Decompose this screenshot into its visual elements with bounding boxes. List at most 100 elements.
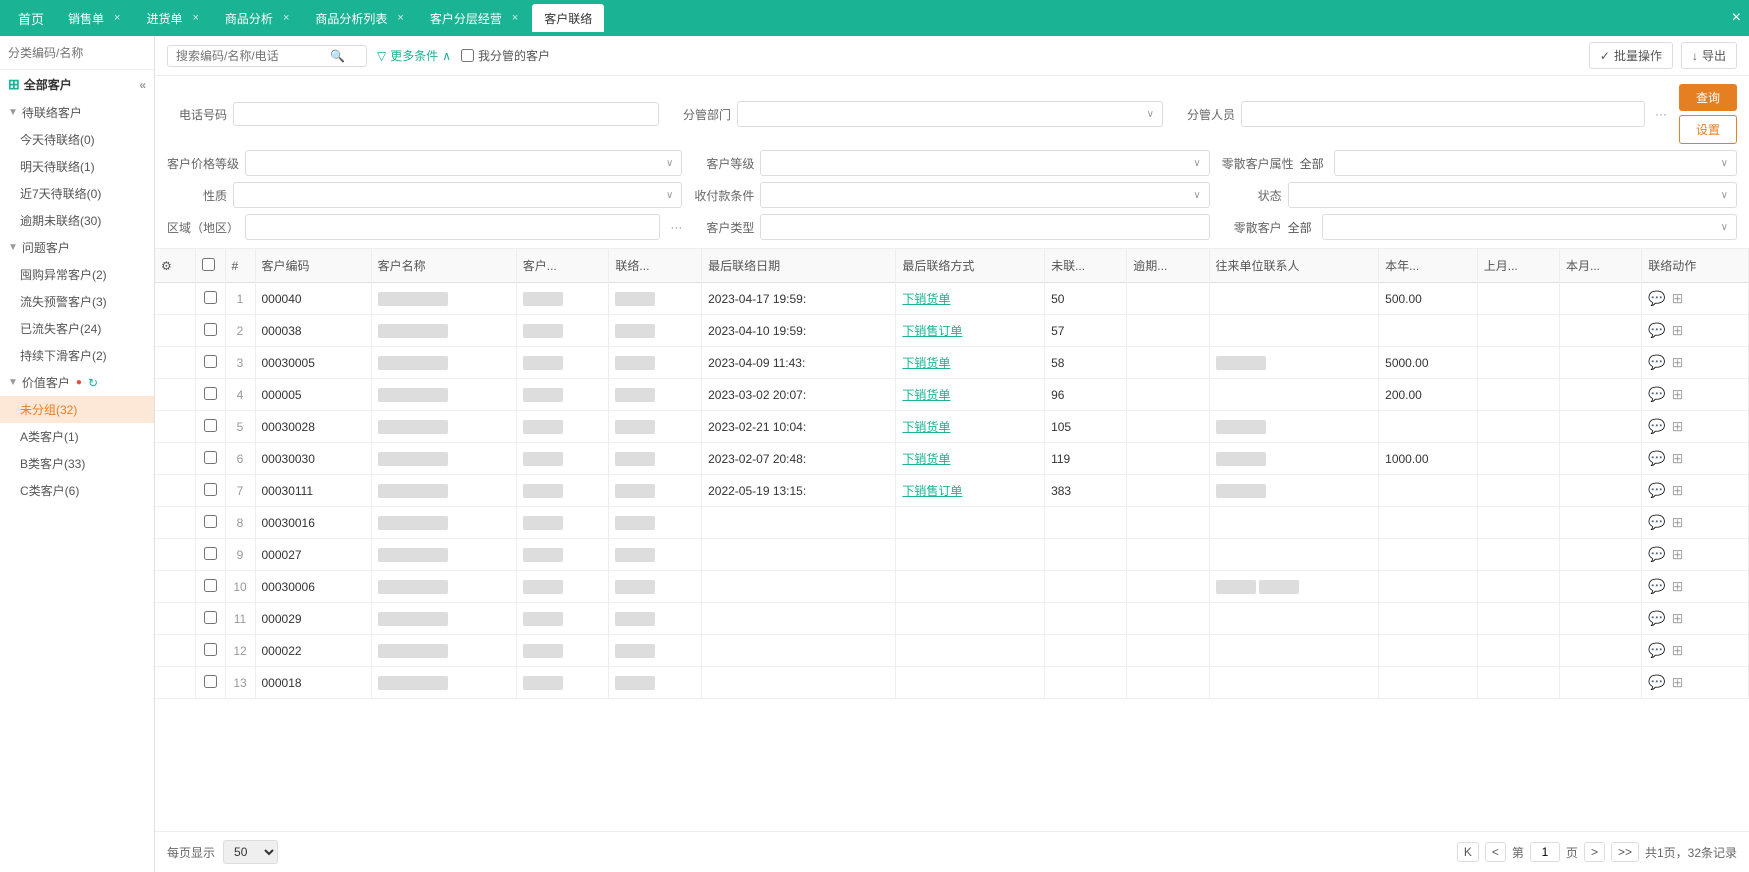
per-page-select[interactable]: 50 100 200 — [223, 840, 278, 864]
sidebar-group-value[interactable]: ▼ 价值客户 ● ↻ — [0, 369, 154, 396]
last-method-link[interactable]: 下销货单 — [902, 452, 950, 466]
qr-icon[interactable]: ⊞ — [1672, 610, 1684, 627]
search-icon[interactable]: 🔍 — [330, 49, 345, 63]
region-dots-icon[interactable]: ··· — [670, 220, 682, 234]
last-method-link[interactable]: 下销货单 — [902, 420, 950, 434]
message-icon[interactable]: 💬 — [1648, 610, 1665, 627]
sidebar-item-class-c[interactable]: C类客户(6) — [0, 477, 154, 504]
refresh-icon[interactable]: ↻ — [88, 376, 98, 390]
region-select[interactable] — [245, 214, 660, 240]
close-product-analysis-list-tab[interactable]: × — [397, 12, 403, 24]
sidebar-group-problem[interactable]: ▼ 问题客户 — [0, 234, 154, 261]
sidebar-item-abnormal[interactable]: 囤购异常客户(2) — [0, 261, 154, 288]
sidebar-item-today[interactable]: 今天待联络(0) — [0, 126, 154, 153]
qr-icon[interactable]: ⊞ — [1672, 578, 1684, 595]
sidebar-item-overdue[interactable]: 逾期未联络(30) — [0, 207, 154, 234]
last-contact-date-col-header[interactable]: 最后联络日期 — [702, 249, 896, 283]
check-cell[interactable] — [195, 667, 225, 699]
check-cell[interactable] — [195, 283, 225, 315]
select-all-checkbox[interactable] — [202, 258, 215, 271]
row-checkbox[interactable] — [204, 387, 217, 400]
last-method-link[interactable]: 下销货单 — [902, 388, 950, 402]
qr-icon[interactable]: ⊞ — [1672, 354, 1684, 371]
dept-select[interactable]: ∨ — [737, 101, 1163, 127]
row-checkbox[interactable] — [204, 451, 217, 464]
status-select[interactable]: ∨ — [1288, 182, 1737, 208]
qr-icon[interactable]: ⊞ — [1672, 386, 1684, 403]
next-page-button[interactable]: > — [1584, 842, 1605, 862]
last-method-link[interactable]: 下销货单 — [902, 356, 950, 370]
close-customer-segment-tab[interactable]: × — [512, 12, 518, 24]
tab-sales[interactable]: 销售单 × — [56, 4, 132, 32]
check-cell[interactable] — [195, 475, 225, 507]
export-button[interactable]: ↓ 导出 — [1681, 42, 1737, 69]
customer-type-select[interactable] — [760, 214, 1209, 240]
row-checkbox[interactable] — [204, 515, 217, 528]
qr-icon[interactable]: ⊞ — [1672, 674, 1684, 691]
message-icon[interactable]: 💬 — [1648, 290, 1665, 307]
page-input[interactable] — [1530, 842, 1560, 862]
qr-icon[interactable]: ⊞ — [1672, 418, 1684, 435]
batch-operations-button[interactable]: ✓ 批量操作 — [1589, 42, 1673, 69]
row-checkbox[interactable] — [204, 579, 217, 592]
row-checkbox[interactable] — [204, 355, 217, 368]
sidebar-item-declining[interactable]: 持续下滑客户(2) — [0, 342, 154, 369]
contact-col-header[interactable]: 联络... — [609, 249, 702, 283]
sidebar-item-warning[interactable]: 流失预警客户(3) — [0, 288, 154, 315]
qr-icon[interactable]: ⊞ — [1672, 322, 1684, 339]
retail-customer-select[interactable]: ∨ — [1322, 214, 1737, 240]
last-month-col-header[interactable]: 上月... — [1477, 249, 1559, 283]
tab-customer-contact[interactable]: 客户联络 — [532, 4, 604, 32]
sidebar-item-class-a[interactable]: A类客户(1) — [0, 423, 154, 450]
sidebar-all-customers[interactable]: ⊞ 全部客户 « — [0, 70, 154, 99]
check-cell[interactable] — [195, 635, 225, 667]
check-cell[interactable] — [195, 379, 225, 411]
sidebar-item-lost[interactable]: 已流失客户(24) — [0, 315, 154, 342]
qr-icon[interactable]: ⊞ — [1672, 546, 1684, 563]
qr-icon[interactable]: ⊞ — [1672, 290, 1684, 307]
my-customers-check[interactable] — [461, 49, 474, 62]
qr-icon[interactable]: ⊞ — [1672, 450, 1684, 467]
close-product-analysis-tab[interactable]: × — [283, 12, 289, 24]
row-checkbox[interactable] — [204, 643, 217, 656]
unlisted-col-header[interactable]: 未联... — [1045, 249, 1127, 283]
overdue-col-header[interactable]: 逾期... — [1127, 249, 1209, 283]
check-cell[interactable] — [195, 411, 225, 443]
message-icon[interactable]: 💬 — [1648, 450, 1665, 467]
message-icon[interactable]: 💬 — [1648, 514, 1665, 531]
first-page-button[interactable]: K — [1457, 842, 1479, 862]
type-col-header[interactable]: 客户... — [516, 249, 609, 283]
collapse-icon[interactable]: « — [139, 78, 146, 92]
this-month-col-header[interactable]: 本月... — [1559, 249, 1641, 283]
tab-product-analysis[interactable]: 商品分析 × — [213, 4, 301, 32]
sidebar-item-7days[interactable]: 近7天待联络(0) — [0, 180, 154, 207]
sidebar-item-tomorrow[interactable]: 明天待联络(1) — [0, 153, 154, 180]
phone-input[interactable] — [233, 102, 659, 126]
row-checkbox[interactable] — [204, 611, 217, 624]
nature-select[interactable]: ∨ — [233, 182, 682, 208]
my-customers-checkbox[interactable]: 我分管的客户 — [461, 47, 550, 64]
window-close-button[interactable]: × — [1732, 9, 1741, 27]
more-conditions-button[interactable]: ▽ 更多条件 ∧ — [377, 47, 451, 64]
code-col-header[interactable]: 客户编码 — [255, 249, 371, 283]
dots-icon[interactable]: ··· — [1655, 107, 1667, 121]
this-year-col-header[interactable]: 本年... — [1379, 249, 1478, 283]
customer-level-select[interactable]: ∨ — [760, 150, 1209, 176]
close-sales-tab[interactable]: × — [114, 12, 120, 24]
sidebar-item-class-b[interactable]: B类客户(33) — [0, 450, 154, 477]
qr-icon[interactable]: ⊞ — [1672, 514, 1684, 531]
message-icon[interactable]: 💬 — [1648, 674, 1665, 691]
row-checkbox[interactable] — [204, 675, 217, 688]
message-icon[interactable]: 💬 — [1648, 482, 1665, 499]
settings-col-header[interactable]: ⚙ — [155, 249, 195, 283]
last-method-link[interactable]: 下销售订单 — [902, 324, 962, 338]
message-icon[interactable]: 💬 — [1648, 322, 1665, 339]
prev-page-button[interactable]: < — [1485, 842, 1506, 862]
last-contact-method-col-header[interactable]: 最后联络方式 — [896, 249, 1045, 283]
sidebar-item-ungroup[interactable]: 未分组(32) — [0, 396, 154, 423]
tab-customer-segment[interactable]: 客户分层经营 × — [418, 4, 530, 32]
last-page-button[interactable]: >> — [1611, 842, 1639, 862]
row-checkbox[interactable] — [204, 323, 217, 336]
home-tab[interactable]: 首页 — [8, 9, 54, 28]
contacts-col-header[interactable]: 往来单位联系人 — [1209, 249, 1379, 283]
